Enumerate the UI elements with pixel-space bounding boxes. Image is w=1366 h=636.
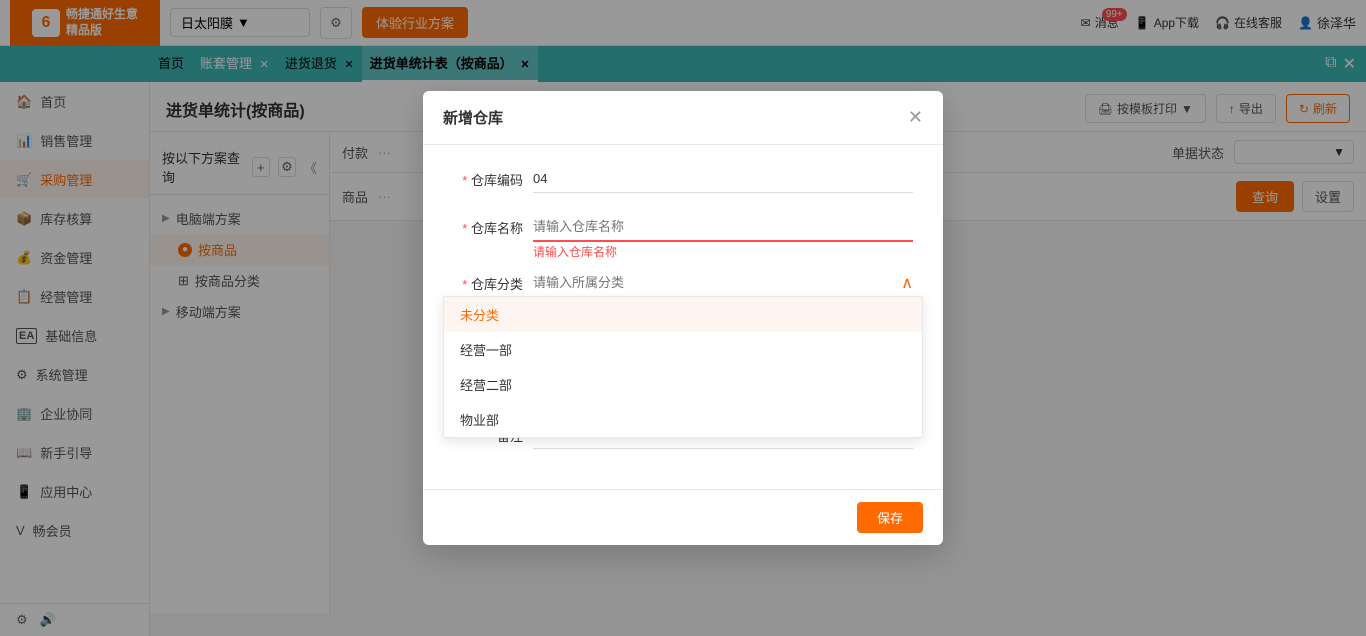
name-field-row: * 仓库名称 请输入仓库名称: [453, 213, 913, 245]
name-error-message: 请输入仓库名称: [533, 243, 617, 260]
code-label: * 仓库编码: [453, 165, 533, 197]
code-input[interactable]: [533, 165, 913, 193]
dropdown-option-dept1[interactable]: 经营一部: [444, 332, 922, 367]
add-warehouse-dialog: 新增仓库 ✕ * 仓库编码 * 仓库名称 请输入仓库名称: [423, 91, 943, 545]
name-label: * 仓库名称: [453, 213, 533, 245]
name-input[interactable]: [533, 213, 913, 242]
category-input[interactable]: [533, 269, 901, 296]
dropdown-option-dept2[interactable]: 经营二部: [444, 367, 922, 402]
category-dropdown: 未分类 经营一部 经营二部 物业部: [443, 296, 923, 438]
dialog-body: * 仓库编码 * 仓库名称 请输入仓库名称 *: [423, 145, 943, 489]
dropdown-option-dept3[interactable]: 物业部: [444, 402, 922, 437]
category-field-row: * 仓库分类 ∧ 未分类 经营一部 经营二部 物业部: [453, 269, 913, 301]
save-button[interactable]: 保存: [857, 502, 923, 533]
dropdown-toggle-icon[interactable]: ∧: [901, 273, 913, 293]
dialog-header: 新增仓库 ✕: [423, 91, 943, 145]
modal-overlay: 新增仓库 ✕ * 仓库编码 * 仓库名称 请输入仓库名称: [0, 0, 1366, 636]
dialog-footer: 保存: [423, 489, 943, 545]
category-select-wrapper: ∧ 未分类 经营一部 经营二部 物业部: [533, 269, 913, 297]
dropdown-option-uncategorized[interactable]: 未分类: [444, 297, 922, 332]
code-field-row: * 仓库编码: [453, 165, 913, 197]
dialog-title: 新增仓库: [443, 107, 503, 128]
dialog-close-button[interactable]: ✕: [908, 107, 923, 128]
